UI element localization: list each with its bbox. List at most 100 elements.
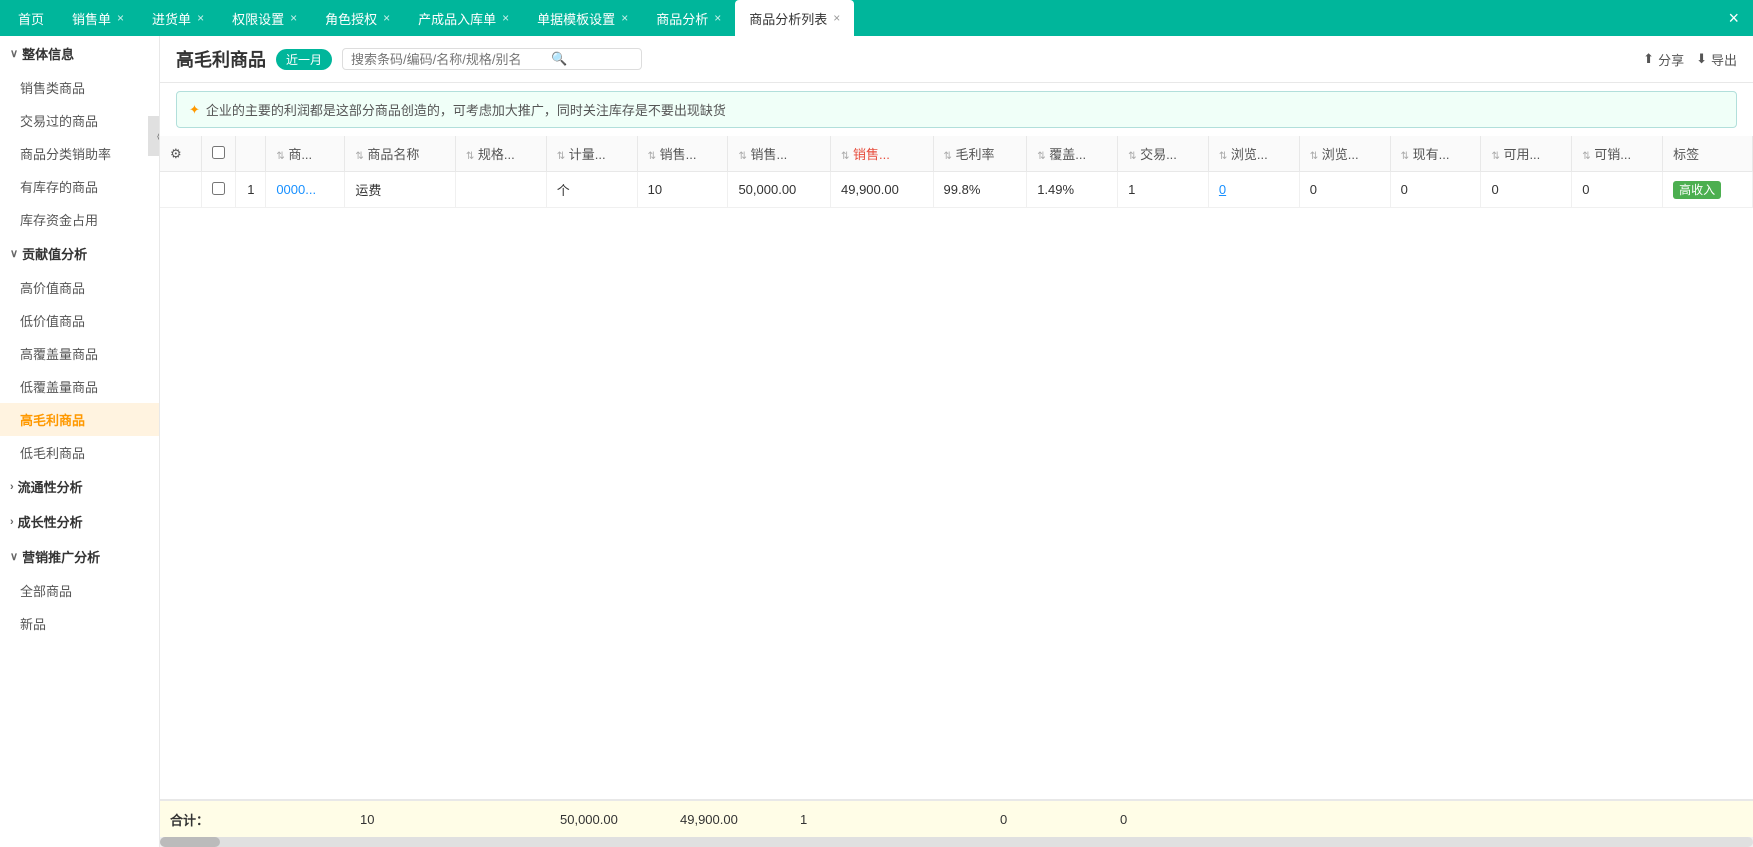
col-sales3-sort-icon: ⇅ [841,151,849,162]
sidebar-item-all-goods[interactable]: 全部商品 [0,574,159,607]
col-available[interactable]: ⇅ 可用... [1481,136,1572,172]
tab-purchase[interactable]: 进货单 × [138,0,218,36]
export-button[interactable]: ⬇ 导出 [1696,50,1737,69]
col-sales2[interactable]: ⇅ 销售... [728,136,831,172]
header-right: ⬆ 分享 ⬇ 导出 [1643,50,1737,69]
bottom-scrollbar[interactable] [160,837,1753,847]
sidebar-item-high-freq[interactable]: 高覆盖量商品 [0,337,159,370]
share-button[interactable]: ⬆ 分享 [1643,50,1684,69]
tab-analysis-list-close[interactable]: × [833,11,840,25]
content-header: 高毛利商品 近一月 🔍 ⬆ 分享 ⬇ 导出 [160,36,1753,83]
search-input[interactable] [351,52,551,67]
row-coverage-cell: 1.49% [1027,172,1118,208]
col-browse1[interactable]: ⇅ 浏览... [1208,136,1299,172]
footer-available: 0 [1110,812,1190,827]
col-sales3[interactable]: ⇅ 销售... [831,136,934,172]
row-sales2-cell: 50,000.00 [728,172,831,208]
sidebar-item-in-stock[interactable]: 有库存的商品 [0,170,159,203]
col-sellable[interactable]: ⇅ 可销... [1572,136,1663,172]
filter-btn[interactable]: 近一月 [276,49,332,70]
sidebar-marketing-arrow: ∨ [10,550,18,563]
col-sales1[interactable]: ⇅ 销售... [637,136,728,172]
sidebar-item-traded-goods[interactable]: 交易过的商品 [0,104,159,137]
sidebar-item-high-margin[interactable]: 高毛利商品 [0,403,159,436]
tab-template-close[interactable]: × [621,11,628,25]
col-in-stock[interactable]: ⇅ 现有... [1390,136,1481,172]
page-title: 高毛利商品 [176,46,266,72]
tab-product-in-close[interactable]: × [502,11,509,25]
sidebar-item-high-value[interactable]: 高价值商品 [0,271,159,304]
tab-bar: 首页 销售单 × 进货单 × 权限设置 × 角色授权 × 产成品入库单 × 单据… [0,0,1753,36]
col-spec-sort-icon: ⇅ [466,151,474,162]
row-settings-cell [160,172,202,208]
row-spec-cell [455,172,546,208]
search-icon[interactable]: 🔍 [551,51,567,67]
footer-sales3: 49,900.00 [670,812,790,827]
col-num [236,136,266,172]
col-unit[interactable]: ⇅ 计量... [546,136,637,172]
tab-role[interactable]: 角色授权 × [311,0,404,36]
tab-bar-close-all[interactable]: × [1718,8,1749,29]
content-area: 高毛利商品 近一月 🔍 ⬆ 分享 ⬇ 导出 ✦ 企业的主要的利润都是这部分商品创… [160,36,1753,847]
col-margin-rate[interactable]: ⇅ 毛利率 [933,136,1027,172]
row-trade-cell: 1 [1118,172,1209,208]
sidebar-item-analysis-rate[interactable]: 商品分类销助率 [0,137,159,170]
sidebar-item-stock-capital[interactable]: 库存资金占用 [0,203,159,236]
col-sales1-sort-icon: ⇅ [648,151,656,162]
tab-role-close[interactable]: × [383,11,390,25]
tab-permission[interactable]: 权限设置 × [218,0,311,36]
row-code-cell[interactable]: 0000... [266,172,345,208]
sidebar-value-arrow: ∨ [10,247,18,260]
sidebar-section-growth[interactable]: › 成长性分析 [0,504,159,539]
col-browse2[interactable]: ⇅ 浏览... [1299,136,1390,172]
search-box: 🔍 [342,48,642,70]
col-trade-sort-icon: ⇅ [1128,151,1136,162]
footer-sales1: 10 [350,812,550,827]
footer-trade: 1 [790,812,990,827]
sidebar-growth-arrow: › [10,516,14,528]
col-code-sort-icon: ⇅ [276,151,284,162]
row-available-cell: 0 [1481,172,1572,208]
col-code[interactable]: ⇅ 商... [266,136,345,172]
tab-analysis[interactable]: 商品分析 × [642,0,735,36]
sidebar-section-overall[interactable]: ∨ 整体信息 [0,36,159,71]
tab-analysis-list[interactable]: 商品分析列表 × [735,0,854,36]
settings-icon: ⚙ [170,146,182,161]
sidebar-item-new-goods[interactable]: 新品 [0,607,159,640]
col-browse2-sort-icon: ⇅ [1310,151,1318,162]
row-checkbox-cell [202,172,236,208]
tab-permission-close[interactable]: × [290,11,297,25]
tab-home[interactable]: 首页 [4,0,58,36]
sidebar-section-value[interactable]: ∨ 贡献值分析 [0,236,159,271]
col-spec[interactable]: ⇅ 规格... [455,136,546,172]
col-trade[interactable]: ⇅ 交易... [1118,136,1209,172]
sidebar-item-low-margin[interactable]: 低毛利商品 [0,436,159,469]
col-settings[interactable]: ⚙ [160,136,202,172]
tab-sales[interactable]: 销售单 × [58,0,138,36]
main-table: ⚙ ⇅ 商... ⇅ 商品名称 ⇅ 规格... ⇅ 计量... ⇅ 销售... … [160,136,1753,208]
tab-product-in[interactable]: 产成品入库单 × [404,0,523,36]
col-coverage[interactable]: ⇅ 覆盖... [1027,136,1118,172]
select-all-checkbox[interactable] [212,146,225,159]
row-checkbox[interactable] [212,182,225,195]
footer-total: 合计： 10 50,000.00 49,900.00 1 0 0 [160,799,1753,837]
sidebar-item-sales-goods[interactable]: 销售类商品 [0,71,159,104]
col-name[interactable]: ⇅ 商品名称 [345,136,456,172]
col-browse1-sort-icon: ⇅ [1219,151,1227,162]
tab-template[interactable]: 单据模板设置 × [523,0,642,36]
sidebar-section-marketing[interactable]: ∨ 营销推广分析 [0,539,159,574]
sidebar-section-flow[interactable]: › 流通性分析 [0,469,159,504]
col-unit-sort-icon: ⇅ [557,151,565,162]
row-num-cell: 1 [236,172,266,208]
footer-label: 合计： [170,810,350,829]
sidebar-item-low-freq[interactable]: 低覆盖量商品 [0,370,159,403]
tab-analysis-close[interactable]: × [714,11,721,25]
table-row: 1 0000... 运费 个 10 50,000.00 49,900.00 99… [160,172,1753,208]
sidebar-collapse-btn[interactable]: 《 [148,116,160,156]
sidebar-item-low-value[interactable]: 低价值商品 [0,304,159,337]
tab-purchase-close[interactable]: × [197,11,204,25]
table-wrapper: ⚙ ⇅ 商... ⇅ 商品名称 ⇅ 规格... ⇅ 计量... ⇅ 销售... … [160,136,1753,799]
tab-sales-close[interactable]: × [117,11,124,25]
row-browse1-cell[interactable]: 0 [1208,172,1299,208]
col-in-stock-sort-icon: ⇅ [1401,151,1409,162]
